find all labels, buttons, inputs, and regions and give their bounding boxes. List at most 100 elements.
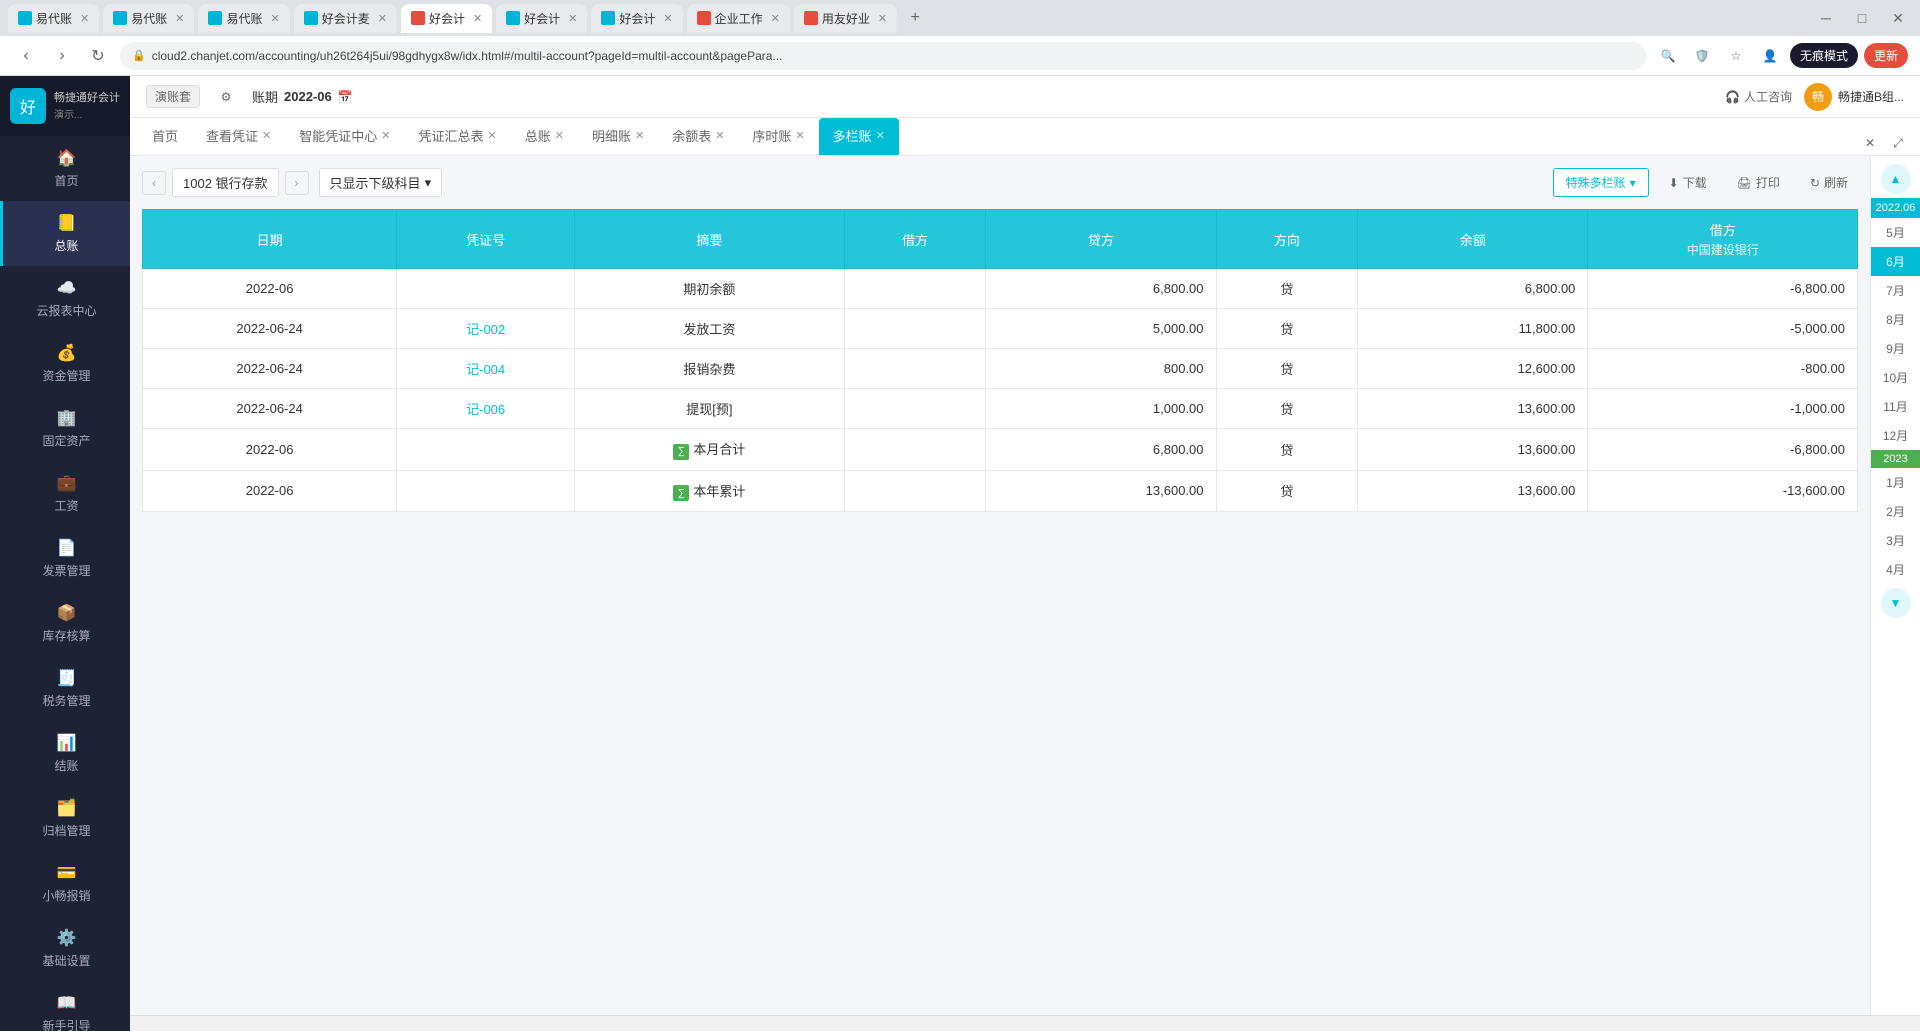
browser-tab-9[interactable]: 用友好业 ✕: [794, 4, 897, 33]
calendar-month-oct[interactable]: 10月: [1871, 363, 1920, 392]
consult-button[interactable]: 🎧 人工咨询: [1725, 88, 1792, 105]
tab-close-balance-table[interactable]: ✕: [715, 129, 724, 142]
special-column-button[interactable]: 特殊多栏账 ▾: [1553, 168, 1649, 197]
sidebar-item-invoice[interactable]: 📄 发票管理: [0, 526, 130, 591]
tab-close-3[interactable]: ✕: [270, 12, 279, 25]
sidebar-item-guide[interactable]: 📖 新手引导: [0, 981, 130, 1031]
calendar-month-jan[interactable]: 1月: [1871, 468, 1920, 497]
browser-tab-2[interactable]: 易代账 ✕: [103, 4, 194, 33]
calendar-month-nov[interactable]: 11月: [1871, 392, 1920, 421]
print-icon: 🖨: [1737, 176, 1752, 190]
calendar-month-feb[interactable]: 2月: [1871, 497, 1920, 526]
tab-close-detail-ledger[interactable]: ✕: [635, 129, 644, 142]
demo-tag[interactable]: 演账套: [146, 85, 200, 108]
browser-tab-1[interactable]: 易代账 ✕: [8, 4, 99, 33]
print-button[interactable]: 🖨 打印: [1727, 169, 1790, 196]
close-window-button[interactable]: ✕: [1884, 4, 1912, 32]
calendar-month-mar[interactable]: 3月: [1871, 526, 1920, 555]
calendar-icon[interactable]: 📅: [338, 90, 353, 104]
sidebar-label-tax: 税务管理: [42, 692, 90, 709]
search-icon[interactable]: 🔍: [1654, 42, 1682, 70]
tab-close-9[interactable]: ✕: [878, 12, 887, 25]
sidebar-item-ledger[interactable]: 📒 总账: [0, 201, 130, 266]
sidebar-item-home[interactable]: 🏠 首页: [0, 136, 130, 201]
browser-tab-5[interactable]: 好会计 ✕: [401, 4, 492, 33]
user-info[interactable]: 畅 畅捷通B组...: [1804, 83, 1904, 111]
close-pane-button[interactable]: ✕: [1858, 131, 1882, 155]
calendar-month-dec[interactable]: 12月: [1871, 421, 1920, 450]
calendar-month-apr[interactable]: 4月: [1871, 555, 1920, 584]
sidebar-item-inventory[interactable]: 📦 库存核算: [0, 591, 130, 656]
refresh-ledger-button[interactable]: ↻ 刷新: [1800, 169, 1858, 196]
browser-tab-4[interactable]: 好会计麦 ✕: [294, 4, 397, 33]
tab-close-general-ledger[interactable]: ✕: [555, 129, 564, 142]
tab-close-8[interactable]: ✕: [771, 12, 780, 25]
browser-tab-7[interactable]: 好会计 ✕: [591, 4, 682, 33]
tab-smart-voucher[interactable]: 智能凭证中心 ✕: [285, 118, 404, 155]
profile-icon[interactable]: 👤: [1756, 42, 1784, 70]
maximize-button[interactable]: □: [1848, 4, 1876, 32]
sidebar-item-fund[interactable]: 💰 资金管理: [0, 331, 130, 396]
refresh-browser-button[interactable]: ↻: [84, 42, 112, 70]
browser-tab-3[interactable]: 易代账 ✕: [198, 4, 289, 33]
calendar-month-jul[interactable]: 7月: [1871, 276, 1920, 305]
tab-balance-table-label: 余额表: [672, 126, 711, 145]
expand-pane-button[interactable]: ⤢: [1886, 131, 1910, 155]
download-button[interactable]: ⬇ 下载: [1659, 169, 1717, 196]
minimize-button[interactable]: ─: [1812, 4, 1840, 32]
tab-home[interactable]: 首页: [138, 118, 192, 155]
next-account-button[interactable]: ›: [285, 171, 309, 195]
bookmark-icon[interactable]: ☆: [1722, 42, 1750, 70]
no-trace-button[interactable]: 无痕模式: [1790, 43, 1858, 68]
sidebar-item-cloud-report[interactable]: ☁️ 云报表中心: [0, 266, 130, 331]
sidebar-item-tax[interactable]: 🧾 税务管理: [0, 656, 130, 721]
calendar-month-jun[interactable]: 6月: [1871, 247, 1920, 276]
address-bar: ‹ › ↻ 🔒 cloud2.chanjet.com/accounting/uh…: [0, 36, 1920, 76]
tab-balance-table[interactable]: 余额表 ✕: [658, 118, 738, 155]
tab-close-view-voucher[interactable]: ✕: [262, 129, 271, 142]
new-tab-button[interactable]: +: [901, 4, 929, 32]
tab-voucher-summary[interactable]: 凭证汇总表 ✕: [404, 118, 510, 155]
back-button[interactable]: ‹: [12, 42, 40, 70]
sidebar-item-basic-settings[interactable]: ⚙️ 基础设置: [0, 916, 130, 981]
prev-account-button[interactable]: ‹: [142, 171, 166, 195]
tab-close-2[interactable]: ✕: [175, 12, 184, 25]
forward-button[interactable]: ›: [48, 42, 76, 70]
cell-voucher-no[interactable]: 记-004: [397, 349, 575, 389]
browser-tab-6[interactable]: 好会计 ✕: [496, 4, 587, 33]
calendar-month-aug[interactable]: 8月: [1871, 305, 1920, 334]
tab-close-6[interactable]: ✕: [568, 12, 577, 25]
cell-summary: 提现[预]: [575, 389, 845, 429]
tab-close-smart-voucher[interactable]: ✕: [381, 129, 390, 142]
calendar-up-button[interactable]: ▲: [1881, 164, 1911, 194]
calendar-month-may[interactable]: 5月: [1871, 218, 1920, 247]
tab-sequence-ledger[interactable]: 序时账 ✕: [738, 118, 818, 155]
calendar-month-sep[interactable]: 9月: [1871, 334, 1920, 363]
sidebar-item-archive[interactable]: 🗂️ 归档管理: [0, 786, 130, 851]
cell-voucher-no[interactable]: 记-006: [397, 389, 575, 429]
extension-icon[interactable]: 🛡️: [1688, 42, 1716, 70]
filter-select[interactable]: 只显示下级科目 ▾: [319, 168, 443, 197]
sidebar-item-expense[interactable]: 💳 小畅报销: [0, 851, 130, 916]
tab-detail-ledger[interactable]: 明细账 ✕: [578, 118, 658, 155]
tab-close-4[interactable]: ✕: [378, 12, 387, 25]
tab-close-7[interactable]: ✕: [663, 12, 672, 25]
url-bar[interactable]: 🔒 cloud2.chanjet.com/accounting/uh26t264…: [120, 42, 1646, 70]
sidebar-item-salary[interactable]: 💼 工资: [0, 461, 130, 526]
tab-multi-column[interactable]: 多栏账 ✕: [819, 118, 899, 155]
tab-close-multi-column[interactable]: ✕: [876, 129, 885, 142]
sidebar-item-settlement[interactable]: 📊 结账: [0, 721, 130, 786]
tab-general-ledger[interactable]: 总账 ✕: [511, 118, 578, 155]
tab-close-5[interactable]: ✕: [473, 12, 482, 25]
browser-tab-8[interactable]: 企业工作 ✕: [687, 4, 790, 33]
calendar-down-button[interactable]: ▼: [1881, 588, 1911, 618]
cell-voucher-no[interactable]: 记-002: [397, 309, 575, 349]
tab-view-voucher[interactable]: 查看凭证 ✕: [192, 118, 285, 155]
tab-close-sequence-ledger[interactable]: ✕: [795, 129, 804, 142]
update-button[interactable]: 更新: [1864, 43, 1908, 68]
cell-extra: -13,600.00: [1588, 470, 1858, 512]
sidebar-item-fixed-asset[interactable]: 🏢 固定资产: [0, 396, 130, 461]
tab-close-1[interactable]: ✕: [80, 12, 89, 25]
tab-close-voucher-summary[interactable]: ✕: [488, 129, 497, 142]
topbar-settings-icon[interactable]: ⚙: [212, 83, 240, 111]
